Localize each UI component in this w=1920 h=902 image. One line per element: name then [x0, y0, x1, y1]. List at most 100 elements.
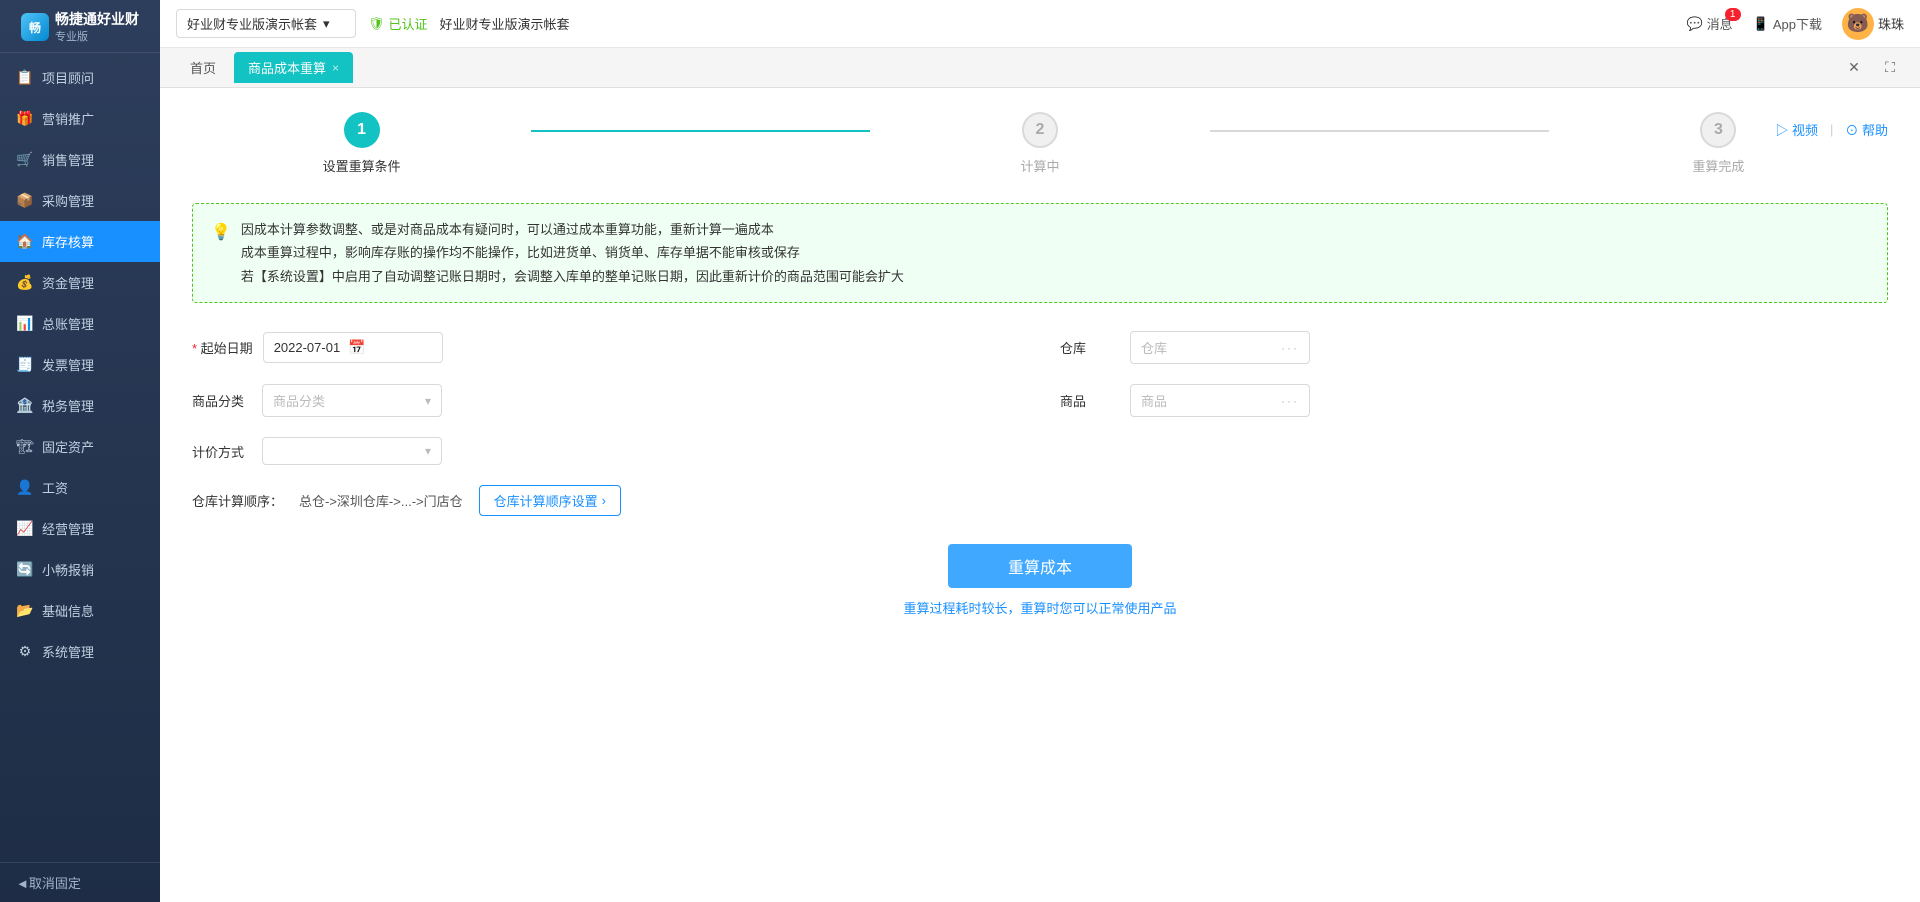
step-line-2	[1210, 130, 1549, 132]
tab-cost-recalc[interactable]: 商品成本重算 ×	[234, 52, 353, 83]
notice-icon: 💡	[211, 219, 231, 288]
tab-actions: ✕ ⛶	[1840, 54, 1904, 82]
notice-line-1: 因成本计算参数调整、或是对商品成本有疑问时，可以通过成本重算功能，重新计算一遍成…	[241, 218, 904, 241]
logo-icon: 畅	[21, 13, 49, 41]
sidebar-nav: 📋项目顾问🎁营销推广🛒销售管理📦采购管理 🏠 库存核算 💰资金管理📊总账管理🧾发票管理…	[0, 53, 160, 862]
sidebar-label-item-system: 系统管理	[42, 642, 94, 661]
username: 珠珠	[1878, 14, 1904, 33]
sidebar-item-item-purchase[interactable]: 📦采购管理	[0, 180, 160, 221]
sidebar-item-item-accounting[interactable]: 📊总账管理	[0, 303, 160, 344]
warehouse-order-settings-label: 仓库计算顺序设置	[494, 491, 598, 510]
dots-icon-2: ···	[1281, 394, 1299, 408]
tab-close-button[interactable]: ✕	[1840, 54, 1868, 82]
goods-input[interactable]: 商品 ···	[1130, 384, 1310, 417]
step-3-circle: 3	[1700, 112, 1736, 148]
sidebar-item-item-payroll[interactable]: 👤 工资	[0, 467, 160, 508]
sidebar-item-item-expense[interactable]: 🔄小畅报销	[0, 549, 160, 590]
sidebar-label-item-tax: 税务管理	[42, 396, 94, 415]
warehouse-order-settings-button[interactable]: 仓库计算顺序设置 ›	[479, 485, 621, 516]
sidebar-icon-item-inventory: 🏠	[16, 233, 34, 251]
sidebar-label-item-capital: 资金管理	[42, 273, 94, 292]
sidebar-unpin-button[interactable]: ◄取消固定	[0, 862, 160, 902]
step-2-circle: 2	[1022, 112, 1058, 148]
video-link[interactable]: ▷ 视频	[1775, 120, 1818, 139]
step-1-circle: 1	[344, 112, 380, 148]
sidebar-label-item-inventory: 库存核算	[42, 232, 94, 251]
topbar: 好业财专业版演示帐套 ▾ 🛡 已认证 好业财专业版演示帐套 💬 消息 1 📱 A…	[160, 0, 1920, 48]
tab-cost-recalc-label: 商品成本重算	[248, 58, 326, 77]
form-row-1: 起始日期 2022-07-01 📅 仓库 仓库 ···	[192, 331, 1888, 364]
sidebar-item-item-basic[interactable]: 📂基础信息	[0, 590, 160, 631]
sidebar-icon-item-basic: 📂	[16, 602, 34, 620]
app-download-label: App下载	[1773, 14, 1822, 33]
sidebar-item-item-capital[interactable]: 💰资金管理	[0, 262, 160, 303]
notice-box: 💡 因成本计算参数调整、或是对商品成本有疑问时，可以通过成本重算功能，重新计算一…	[192, 203, 1888, 303]
notice-line-3: 若【系统设置】中启用了自动调整记账日期时，会调整入库单的整单记账日期，因此重新计…	[241, 265, 904, 288]
sidebar-item-item-system[interactable]: ⚙ 系统管理	[0, 631, 160, 672]
sidebar-item-item-sales[interactable]: 🛒销售管理	[0, 139, 160, 180]
step-1: 1 设置重算条件	[192, 112, 531, 175]
phone-icon: 📱	[1753, 16, 1769, 32]
recalc-section: 重算成本 重算过程耗时较长，重算时您可以正常使用产品	[192, 544, 1888, 617]
sidebar-item-item-tax[interactable]: 🏦 税务管理	[0, 385, 160, 426]
sidebar-item-item-invoice[interactable]: 🧾发票管理	[0, 344, 160, 385]
sidebar-icon-item-sales: 🛒	[16, 151, 34, 169]
avatar: 🐻	[1842, 8, 1874, 40]
form-row-2: 商品分类 商品分类 ▾ 商品 商品 ···	[192, 384, 1888, 417]
tabs-bar: 首页 商品成本重算 × ✕ ⛶	[160, 48, 1920, 88]
messages-button[interactable]: 💬 消息 1	[1686, 14, 1732, 33]
goods-field: 商品 商品 ···	[1060, 384, 1888, 417]
category-label: 商品分类	[192, 391, 252, 410]
step-1-label: 设置重算条件	[323, 156, 401, 175]
sidebar-label-item-payroll: 工资	[42, 478, 68, 497]
tab-expand-button[interactable]: ⛶	[1876, 54, 1904, 82]
app-download-button[interactable]: 📱 App下载	[1753, 14, 1822, 33]
sidebar-item-item-marketing[interactable]: 🎁营销推广	[0, 98, 160, 139]
goods-placeholder: 商品	[1141, 391, 1167, 410]
recalc-button[interactable]: 重算成本	[948, 544, 1132, 588]
sidebar-icon-item-system: ⚙	[16, 643, 34, 661]
sidebar-item-item-assets[interactable]: 🏗 固定资产	[0, 426, 160, 467]
goods-label: 商品	[1060, 391, 1120, 410]
sidebar-icon-item-ops: 📈	[16, 520, 34, 538]
sidebar-icon-item-invoice: 🧾	[16, 356, 34, 374]
sidebar-label-item-ops: 经营管理	[42, 519, 94, 538]
warehouse-input[interactable]: 仓库 ···	[1130, 331, 1310, 364]
sidebar-icon-item-payroll: 👤	[16, 479, 34, 497]
category-select[interactable]: 商品分类 ▾	[262, 384, 442, 417]
chevron-right-icon: ›	[602, 493, 606, 508]
pricing-select[interactable]: ▾	[262, 437, 442, 465]
step-line-1	[531, 130, 870, 132]
account-selector[interactable]: 好业财专业版演示帐套 ▾	[176, 9, 356, 38]
sidebar-logo: 畅 畅捷通好业财 专业版	[0, 0, 160, 53]
account-name: 好业财专业版演示帐套	[187, 14, 317, 33]
tab-home[interactable]: 首页	[176, 52, 230, 83]
sidebar-item-item-ops[interactable]: 📈 经营管理	[0, 508, 160, 549]
sidebar-icon-item-expense: 🔄	[16, 561, 34, 579]
recalc-hint: 重算过程耗时较长，重算时您可以正常使用产品	[903, 598, 1176, 617]
message-icon: 💬	[1686, 16, 1702, 32]
stepper-help: ▷ 视频 | ⊙ 帮助	[1775, 120, 1888, 139]
help-link[interactable]: ⊙ 帮助	[1845, 120, 1888, 139]
tab-close-icon[interactable]: ×	[332, 61, 339, 75]
sidebar-icon-item-tax: 🏦	[16, 397, 34, 415]
logo-title: 畅捷通好业财	[55, 10, 139, 28]
sidebar-item-item-order[interactable]: 📋项目顾问	[0, 57, 160, 98]
user-profile[interactable]: 🐻 珠珠	[1842, 8, 1904, 40]
sidebar-label-item-assets: 固定资产	[42, 437, 94, 456]
warehouse-label: 仓库	[1060, 338, 1120, 357]
pricing-field: 计价方式 ▾	[192, 437, 1020, 465]
start-date-value: 2022-07-01	[274, 340, 341, 355]
start-date-field: 起始日期 2022-07-01 📅	[192, 332, 1020, 363]
warehouse-field: 仓库 仓库 ···	[1060, 331, 1888, 364]
warehouse-order-label: 仓库计算顺序：	[192, 491, 283, 510]
chevron-down-icon: ▾	[323, 16, 330, 32]
sidebar-icon-item-assets: 🏗	[16, 438, 34, 456]
chevron-down-icon: ▾	[425, 394, 431, 408]
start-date-input[interactable]: 2022-07-01 📅	[263, 332, 443, 363]
logo-sub: 专业版	[55, 28, 139, 44]
sidebar-item-item-inventory[interactable]: 🏠 库存核算	[0, 221, 160, 262]
category-placeholder: 商品分类	[273, 391, 325, 410]
category-field: 商品分类 商品分类 ▾	[192, 384, 1020, 417]
sidebar-icon-item-order: 📋	[16, 69, 34, 87]
